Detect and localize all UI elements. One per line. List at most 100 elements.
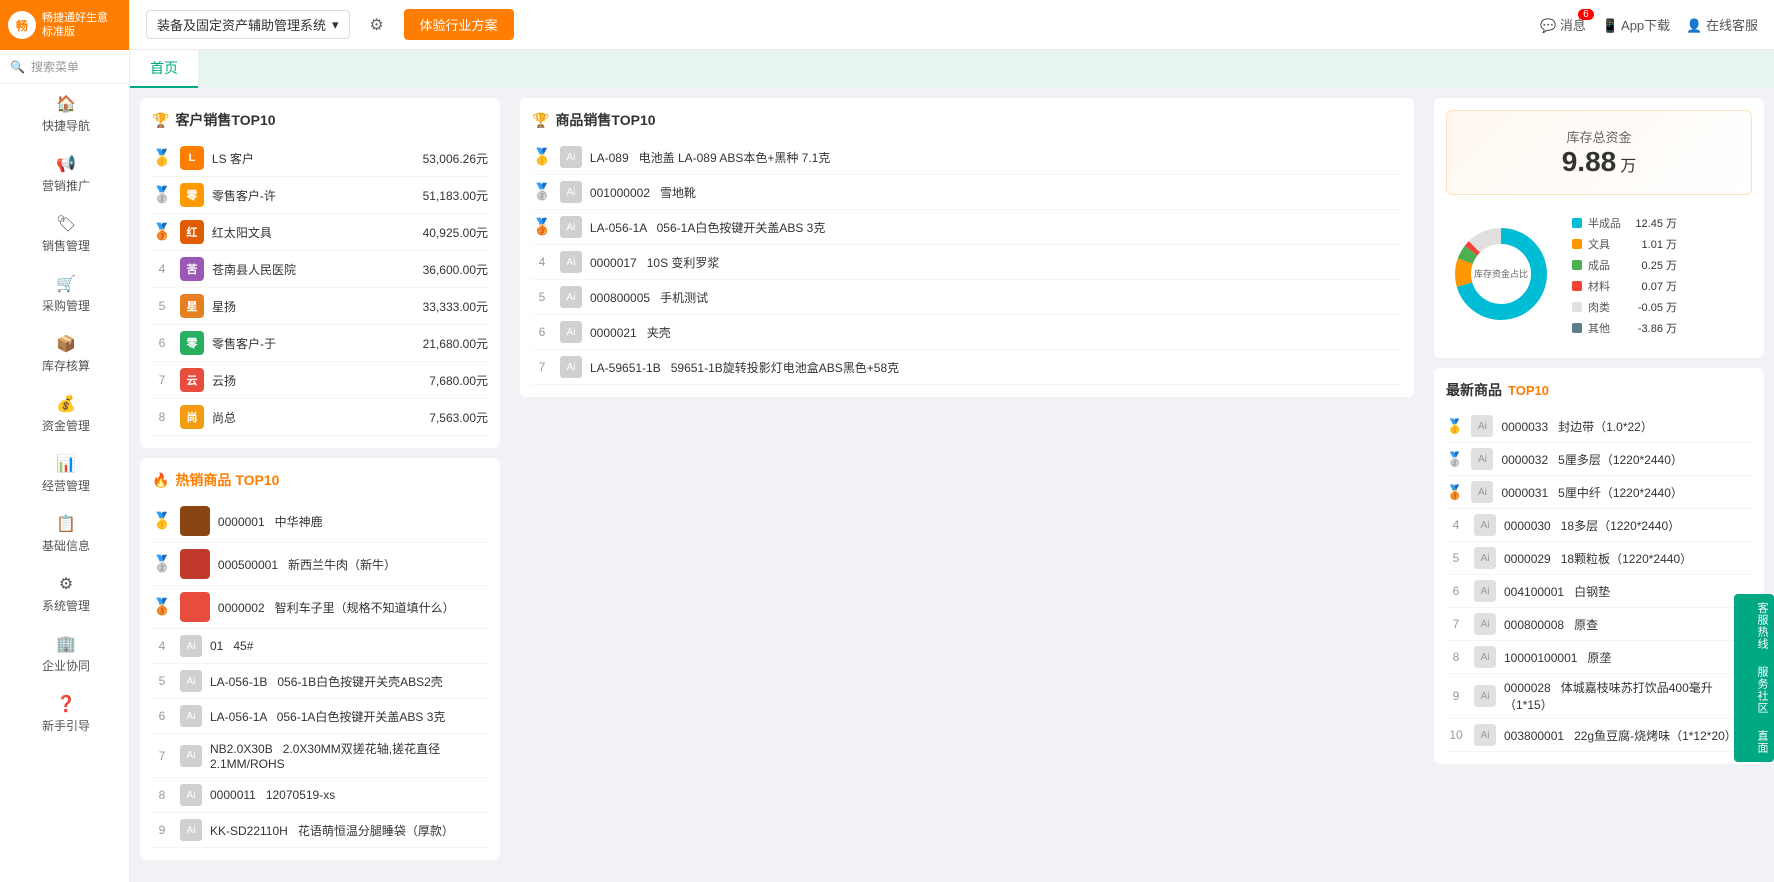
customer-rank-item: 6 零 零售客户-于 21,680.00元 — [152, 325, 488, 362]
product-icon: Ai — [560, 286, 582, 308]
inventory-card: 库存总资金 9.88 万 — [1434, 98, 1764, 358]
customer-service-button[interactable]: 客服热线 — [1734, 594, 1774, 658]
message-label: 消息 — [1560, 18, 1586, 33]
base-icon: 📋 — [56, 514, 76, 534]
hot-product-item: 8 Ai 0000011 12070519-xs — [152, 778, 488, 813]
sidebar-item-label: 营销推广 — [42, 177, 90, 194]
new-product-item: 8 Ai 10000100001 原垄 — [1446, 641, 1752, 674]
customer-rank-card: 🏆 客户销售TOP10 🥇 L LS 客户 53,006.26元 🥈 零 零售客… — [140, 98, 500, 448]
product-rank-title: 🏆 商品销售TOP10 — [532, 110, 1402, 130]
chevron-down-icon: ▾ — [332, 17, 339, 33]
new-products-card: 最新商品 TOP10 🥇 Ai 0000033 封边带（1.0*22） 🥈 Ai… — [1434, 368, 1764, 764]
phone-icon: 📱 — [1602, 18, 1618, 33]
sidebar-item-operation[interactable]: 📊 经营管理 — [0, 444, 129, 504]
new-product-item: 🥇 Ai 0000033 封边带（1.0*22） — [1446, 410, 1752, 443]
product-icon: Ai — [560, 251, 582, 273]
new-product-icon: Ai — [1474, 646, 1496, 668]
new-product-icon: Ai — [1474, 724, 1496, 746]
new-products-label: 最新商品 — [1446, 380, 1502, 400]
new-product-item: 9 Ai 0000028 体城嘉枝味苏打饮品400毫升（1*15） — [1446, 674, 1752, 719]
logo-icon: 畅 — [8, 11, 36, 39]
hot-products-card: 🔥 热销商品 TOP10 🥇 0000001 中华神鹿 🥈 000500001 … — [140, 458, 500, 860]
new-product-item: 4 Ai 0000030 18多层（1220*2440） — [1446, 509, 1752, 542]
search-icon: 🔍 — [10, 60, 25, 74]
guide-icon: ❓ — [56, 694, 76, 714]
main-area: 装备及固定资产辅助管理系统 ▾ ⚙ 体验行业方案 💬 消息 6 📱 App下载 … — [130, 0, 1774, 882]
sidebar-item-label: 采购管理 — [42, 297, 90, 314]
customer-rank-item: 8 尚 尚总 7,563.00元 — [152, 399, 488, 436]
customer-rank-item: 7 云 云扬 7,680.00元 — [152, 362, 488, 399]
search-label: 搜索菜单 — [31, 58, 79, 75]
service-community-button[interactable]: 服务社区 — [1734, 658, 1774, 722]
new-product-icon: Ai — [1474, 613, 1496, 635]
hot-product-item: 🥇 0000001 中华神鹿 — [152, 500, 488, 543]
customer-rank-list: 🥇 L LS 客户 53,006.26元 🥈 零 零售客户-许 51,183.0… — [152, 140, 488, 436]
app-download-button[interactable]: 📱 App下载 — [1602, 15, 1670, 34]
product-rank-item: 5 Ai 000800005 手机测试 — [532, 280, 1402, 315]
message-icon: 💬 — [1540, 18, 1556, 33]
new-product-item: 7 Ai 000800008 原查 — [1446, 608, 1752, 641]
sidebar: 畅 畅捷通好生意 标准版 🔍 搜索菜单 🏠 快捷导航 📢 营销推广 🏷 销售管理… — [0, 0, 130, 882]
app-label: App下载 — [1621, 18, 1670, 33]
hot-product-item: 4 Ai 01 45# — [152, 629, 488, 664]
new-product-icon: Ai — [1474, 685, 1496, 707]
new-products-title: 最新商品 TOP10 — [1446, 380, 1752, 400]
legend-item: 材料 0.07 万 — [1572, 278, 1677, 294]
topbar: 装备及固定资产辅助管理系统 ▾ ⚙ 体验行业方案 💬 消息 6 📱 App下载 … — [130, 0, 1774, 50]
content-right: 库存总资金 9.88 万 — [1424, 88, 1774, 882]
message-badge: 6 — [1578, 9, 1594, 20]
tabbar: 首页 — [130, 50, 1774, 88]
new-product-icon: Ai — [1471, 481, 1493, 503]
new-product-item: 🥈 Ai 0000032 5厘多层（1220*2440） — [1446, 443, 1752, 476]
operation-icon: 📊 — [56, 454, 76, 474]
legend-item: 文具 1.01 万 — [1572, 236, 1677, 252]
sidebar-item-inventory[interactable]: 📦 库存核算 — [0, 324, 129, 384]
sales-icon: 🏷 — [56, 214, 76, 234]
sidebar-item-guide[interactable]: ❓ 新手引导 — [0, 684, 129, 744]
donut-container: 库存资金占比 半成品 12.45 万 文具 1.01 万 成品 0.25 万 材… — [1446, 205, 1752, 346]
legend-item: 其他 -3.86 万 — [1572, 320, 1677, 336]
tab-home-label: 首页 — [150, 58, 178, 78]
inventory-total: 库存总资金 9.88 万 — [1446, 110, 1752, 195]
marketing-icon: 📢 — [56, 154, 76, 174]
online-service-button[interactable]: 👤 在线客服 — [1686, 15, 1758, 34]
sidebar-item-purchase[interactable]: 🛒 采购管理 — [0, 264, 129, 324]
sidebar-item-sales[interactable]: 🏷 销售管理 — [0, 204, 129, 264]
legend-item: 半成品 12.45 万 — [1572, 215, 1677, 231]
new-product-item: 5 Ai 0000029 18颗粒板（1220*2440） — [1446, 542, 1752, 575]
product-rank-item: 7 Ai LA-59651-1B 59651-1B旋转投影灯电池盒ABS黑色+5… — [532, 350, 1402, 385]
trial-button[interactable]: 体验行业方案 — [404, 9, 514, 40]
new-product-item: 🥉 Ai 0000031 5厘中纤（1220*2440） — [1446, 476, 1752, 509]
sidebar-item-marketing[interactable]: 📢 营销推广 — [0, 144, 129, 204]
sidebar-item-quick-nav[interactable]: 🏠 快捷导航 — [0, 84, 129, 144]
hot-product-item: 9 Ai KK-SD22110H 花语萌恒温分腿睡袋（厚款） — [152, 813, 488, 848]
sidebar-item-label: 快捷导航 — [42, 117, 90, 134]
message-button[interactable]: 💬 消息 6 — [1540, 15, 1586, 34]
hot-product-item: 6 Ai LA-056-1A 056-1A白色按键开关盖ABS 3克 — [152, 699, 488, 734]
tab-home[interactable]: 首页 — [130, 50, 198, 88]
sidebar-search[interactable]: 🔍 搜索菜单 — [0, 50, 129, 84]
company-icon: 🏢 — [56, 634, 76, 654]
sidebar-item-label: 销售管理 — [42, 237, 90, 254]
sidebar-item-finance[interactable]: 💰 资金管理 — [0, 384, 129, 444]
system-name: 装备及固定资产辅助管理系统 — [157, 15, 326, 34]
sidebar-item-company[interactable]: 🏢 企业协同 — [0, 624, 129, 684]
sidebar-item-label: 企业协同 — [42, 657, 90, 674]
direct-button[interactable]: 直面 — [1734, 722, 1774, 762]
product-icon: Ai — [560, 356, 582, 378]
sidebar-item-base[interactable]: 📋 基础信息 — [0, 504, 129, 564]
settings-button[interactable]: ⚙ — [362, 10, 392, 40]
content-left: 🏆 客户销售TOP10 🥇 L LS 客户 53,006.26元 🥈 零 零售客… — [130, 88, 510, 882]
float-buttons: 客服热线 服务社区 直面 — [1734, 594, 1774, 762]
sidebar-item-label: 资金管理 — [42, 417, 90, 434]
product-icon: Ai — [180, 670, 202, 692]
hot-products-list: 🥇 0000001 中华神鹿 🥈 000500001 新西兰牛肉（新牛） 🥉 0… — [152, 500, 488, 848]
inventory-icon: 📦 — [56, 334, 76, 354]
sidebar-item-system[interactable]: ⚙ 系统管理 — [0, 564, 129, 624]
inventory-value: 9.88 — [1562, 146, 1617, 178]
customer-rank-title: 🏆 客户销售TOP10 — [152, 110, 488, 130]
customer-rank-item: 🥉 红 红太阳文具 40,925.00元 — [152, 214, 488, 251]
trophy-icon2: 🏆 — [532, 112, 549, 129]
new-product-icon: Ai — [1471, 415, 1493, 437]
system-selector[interactable]: 装备及固定资产辅助管理系统 ▾ — [146, 10, 350, 39]
